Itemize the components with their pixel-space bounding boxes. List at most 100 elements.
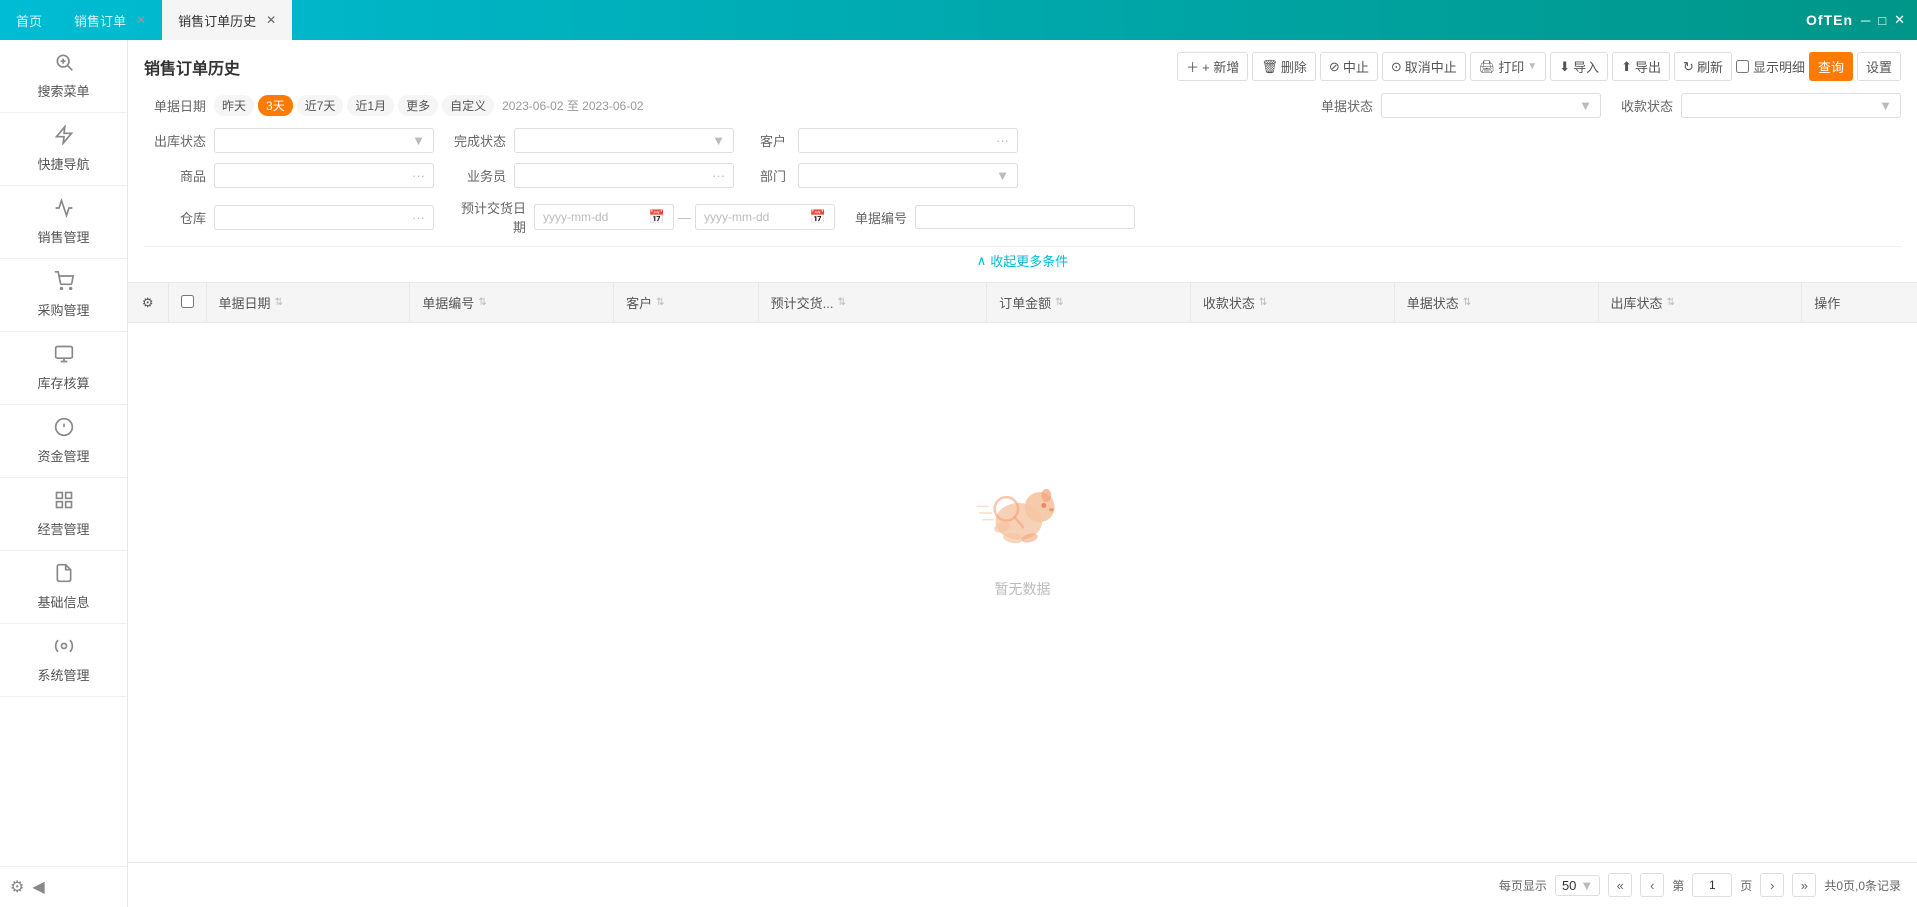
sidebar-item-sales-mgmt[interactable]: 销售管理	[0, 186, 127, 259]
page-prev-btn[interactable]: ‹	[1640, 873, 1664, 897]
delete-icon: 🗑	[1261, 59, 1278, 75]
th-order-no[interactable]: 单据编号 ⇅	[410, 283, 614, 323]
th-operations: 操作	[1802, 283, 1917, 323]
customer-input[interactable]: ···	[798, 128, 1018, 153]
window-min-btn[interactable]: ─	[1861, 13, 1870, 28]
date-pill-custom[interactable]: 自定义	[442, 95, 494, 116]
sidebar-item-capital-mgmt[interactable]: 资金管理	[0, 405, 127, 478]
sidebar-item-sales-mgmt-label: 销售管理	[37, 227, 89, 246]
order-status-chevron: ▼	[1579, 98, 1592, 113]
page-prev-icon: ‹	[1650, 878, 1654, 893]
new-btn[interactable]: ＋ + 新增	[1177, 52, 1248, 81]
sales-person-input[interactable]: ···	[514, 163, 734, 188]
tab-home[interactable]: 首页	[0, 0, 58, 40]
sidebar-item-quick-nav[interactable]: 快捷导航	[0, 113, 127, 186]
empty-state: 暂无数据	[128, 383, 1917, 679]
page-first-btn[interactable]: «	[1608, 873, 1632, 897]
receipt-status-select[interactable]: ▼	[1681, 93, 1901, 118]
date-pill-1month[interactable]: 近1月	[347, 95, 394, 116]
import-btn-label: 导入	[1573, 57, 1599, 76]
th-order-status[interactable]: 单据状态 ⇅	[1394, 283, 1598, 323]
sidebar-item-purchase-mgmt[interactable]: 采购管理	[0, 259, 127, 332]
basic-info-icon	[54, 563, 74, 588]
window-max-btn[interactable]: □	[1878, 13, 1886, 28]
page-num-input[interactable]	[1692, 873, 1732, 897]
date-pill-7days[interactable]: 近7天	[297, 95, 344, 116]
export-btn-label: 导出	[1635, 57, 1661, 76]
th-settings[interactable]: ⚙	[128, 283, 168, 323]
out-status-select[interactable]: ▼	[214, 128, 434, 153]
sidebar-item-basic-info[interactable]: 基础信息	[0, 551, 127, 624]
stop-icon: ⊘	[1329, 59, 1340, 75]
import-icon: ⬇	[1559, 59, 1570, 75]
sidebar-item-quick-nav-label: 快捷导航	[37, 154, 89, 173]
calendar-icon-1: 📅	[649, 209, 665, 225]
th-amount[interactable]: 订单金额 ⇅	[987, 283, 1191, 323]
page-title: 销售订单历史	[144, 55, 240, 79]
th-receipt-status-label: 收款状态	[1203, 293, 1255, 312]
sidebar-item-ops-mgmt[interactable]: 经营管理	[0, 478, 127, 551]
query-btn[interactable]: 查询	[1809, 52, 1853, 81]
th-customer[interactable]: 客户 ⇅	[614, 283, 759, 323]
tab-sales-order-history[interactable]: 销售订单历史 ✕	[162, 0, 292, 40]
expected-delivery-start[interactable]: yyyy-mm-dd 📅	[534, 204, 674, 230]
export-btn[interactable]: ⬆ 导出	[1612, 52, 1670, 81]
tab-sales-order-history-label: 销售订单历史	[178, 11, 256, 30]
th-receipt-status[interactable]: 收款状态 ⇅	[1190, 283, 1394, 323]
tab-sales-order-close[interactable]: ✕	[136, 13, 146, 27]
table-header-row: ⚙ 单据日期 ⇅ 单据编号	[128, 283, 1917, 323]
warehouse-input[interactable]: ···	[214, 205, 434, 230]
settings-btn[interactable]: 设置	[1857, 52, 1901, 81]
order-status-select[interactable]: ▼	[1381, 93, 1601, 118]
page-size-select[interactable]: 50 ▼	[1555, 875, 1600, 896]
page-first-icon: «	[1617, 878, 1624, 893]
th-out-status-label: 出库状态	[1611, 293, 1663, 312]
select-all-checkbox[interactable]	[181, 295, 194, 308]
complete-status-label: 完成状态	[454, 131, 514, 150]
delete-btn[interactable]: 🗑 删除	[1252, 52, 1316, 81]
warehouse-dots: ···	[412, 210, 425, 225]
date-pill-today[interactable]: 昨天	[214, 95, 254, 116]
th-checkbox[interactable]	[168, 283, 206, 323]
page-next-btn[interactable]: ›	[1760, 873, 1784, 897]
stop-btn[interactable]: ⊘ 中止	[1320, 52, 1378, 81]
th-date[interactable]: 单据日期 ⇅	[206, 283, 410, 323]
sidebar-item-system-mgmt[interactable]: 系统管理	[0, 624, 127, 697]
export-icon: ⬆	[1621, 59, 1632, 75]
date-pill-more[interactable]: 更多	[398, 95, 438, 116]
th-out-status-sort-icon: ⇅	[1667, 297, 1675, 308]
display-detail-checkbox[interactable]	[1736, 60, 1749, 73]
th-out-status[interactable]: 出库状态 ⇅	[1598, 283, 1802, 323]
window-close-btn[interactable]: ✕	[1894, 12, 1905, 28]
warehouse-label: 仓库	[144, 208, 214, 227]
dept-select[interactable]: ▼	[798, 163, 1018, 188]
th-expected-delivery[interactable]: 预计交货... ⇅	[758, 283, 986, 323]
new-btn-label: + 新增	[1202, 57, 1239, 76]
product-input[interactable]: ···	[214, 163, 434, 188]
sidebar-collapse-btn[interactable]: ◀	[32, 877, 44, 897]
th-order-no-sort-icon: ⇅	[478, 297, 486, 308]
table-settings-icon[interactable]: ⚙	[142, 295, 154, 310]
complete-status-select[interactable]: ▼	[514, 128, 734, 153]
tab-sales-order-history-close[interactable]: ✕	[266, 13, 276, 27]
import-btn[interactable]: ⬇ 导入	[1550, 52, 1608, 81]
sidebar-item-inventory-calc[interactable]: 库存核算	[0, 332, 127, 405]
tab-sales-order[interactable]: 销售订单 ✕	[58, 0, 162, 40]
sidebar-settings-btn[interactable]: ⚙	[10, 877, 24, 897]
print-btn-label: 打印	[1498, 57, 1524, 76]
expected-delivery-end[interactable]: yyyy-mm-dd 📅	[695, 204, 835, 230]
page-last-btn[interactable]: »	[1792, 873, 1816, 897]
display-detail-label[interactable]: 显示明细	[1736, 57, 1805, 76]
date-pill-3days[interactable]: 3天	[258, 95, 293, 116]
collapse-row[interactable]: ∧ 收起更多条件	[144, 246, 1901, 274]
refresh-btn[interactable]: ↻ 刷新	[1674, 52, 1732, 81]
query-btn-label: 查询	[1818, 57, 1844, 76]
th-amount-label: 订单金额	[999, 293, 1051, 312]
date-filter-control: 昨天 3天 近7天 近1月 更多 自定义 2023-06-02 至 2023-0…	[214, 95, 1321, 116]
order-no-input[interactable]	[915, 205, 1135, 229]
sidebar-item-search-menu[interactable]: 搜索菜单	[0, 40, 127, 113]
pagination-bar: 每页显示 50 ▼ « ‹ 第 页 › » 共0页,0条记录	[128, 862, 1917, 907]
print-btn[interactable]: 🖨 打印 ▼	[1470, 52, 1546, 81]
customer-dots: ···	[996, 133, 1009, 148]
cancel-stop-btn[interactable]: ⊙ 取消中止	[1382, 52, 1466, 81]
